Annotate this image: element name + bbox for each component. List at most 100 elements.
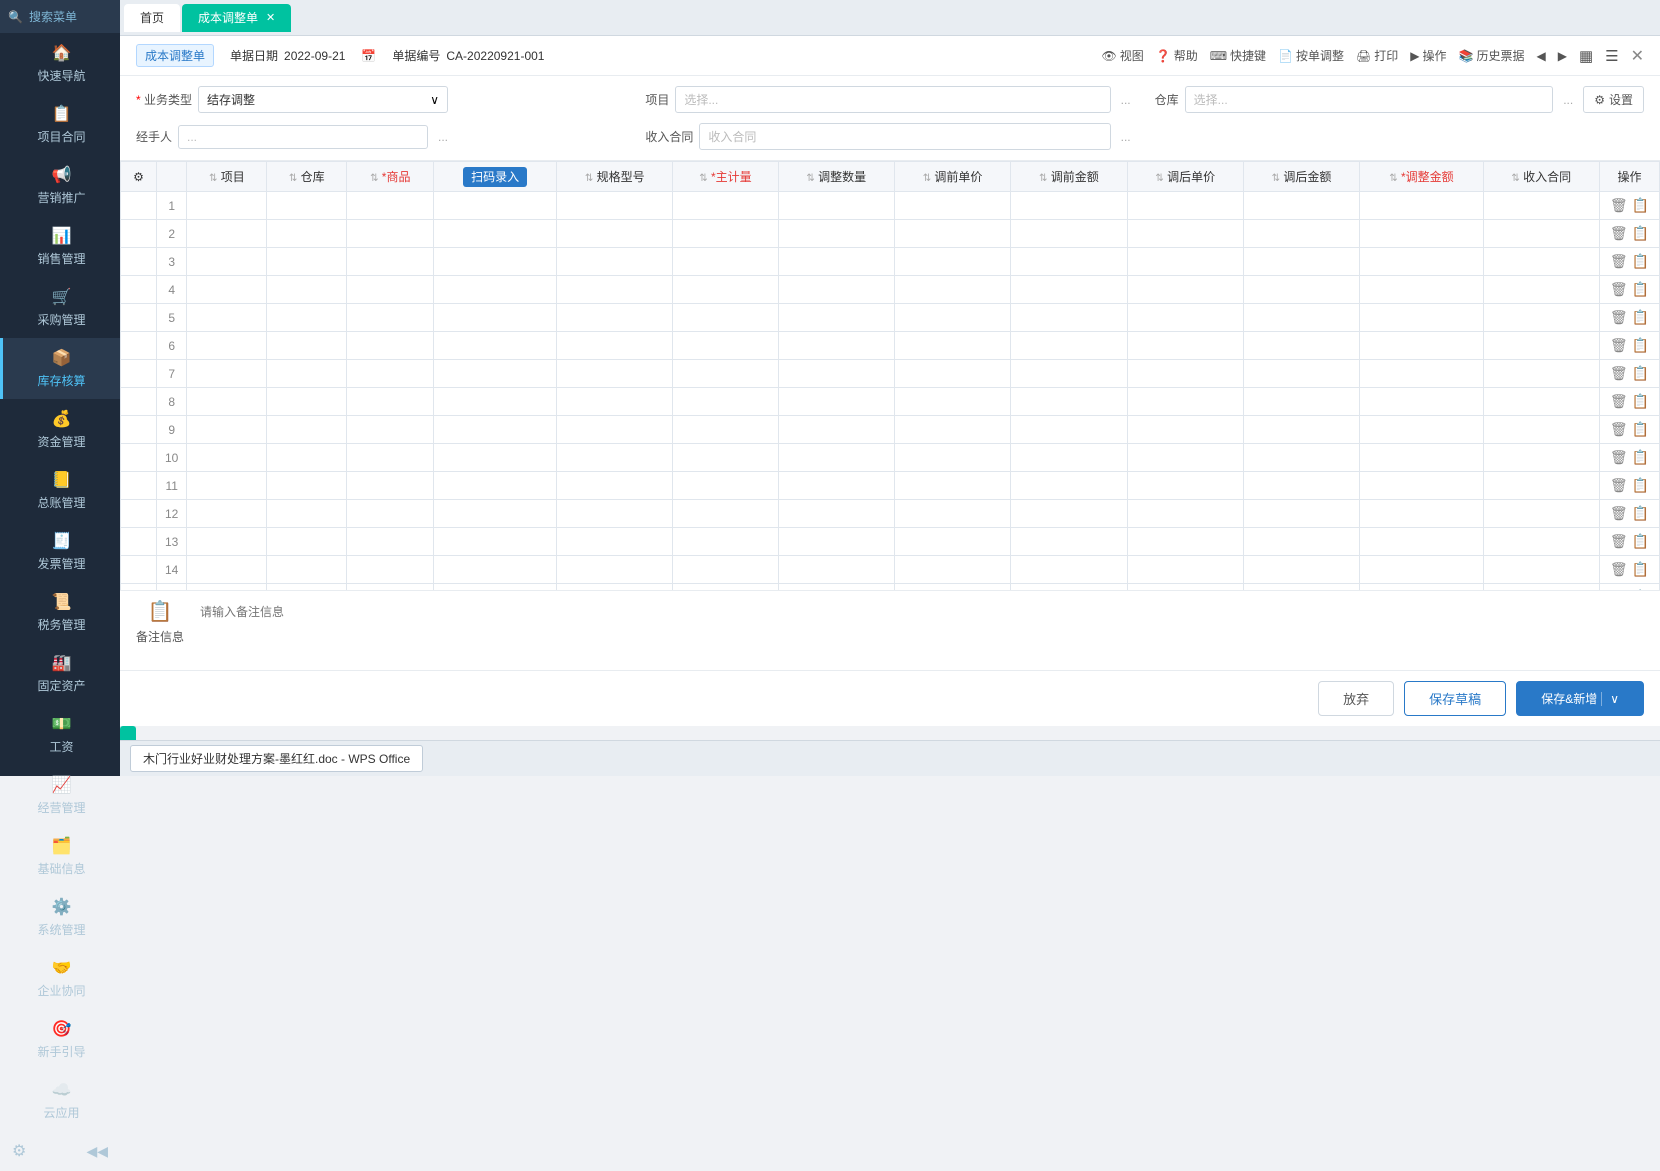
row-unit[interactable] [673, 276, 778, 304]
row-product[interactable] [347, 528, 434, 556]
row-warehouse[interactable] [267, 444, 347, 472]
row-product[interactable] [347, 444, 434, 472]
row-adj-amount[interactable] [1360, 192, 1483, 220]
sidebar-item-fund-mgmt[interactable]: 💰 资金管理 [0, 399, 120, 460]
toolbar-history-btn[interactable]: 📚 历史票据 [1459, 47, 1525, 64]
row-income-contract[interactable] [1483, 388, 1599, 416]
toolbar-shortcut-btn[interactable]: ⌨ 快捷键 [1210, 47, 1266, 64]
row-unit[interactable] [673, 528, 778, 556]
row-spec[interactable] [557, 528, 673, 556]
row-project[interactable] [187, 192, 267, 220]
row-warehouse[interactable] [267, 388, 347, 416]
row-post-amount[interactable] [1243, 360, 1359, 388]
row-post-amount[interactable] [1243, 444, 1359, 472]
row-scan[interactable] [434, 360, 557, 388]
row-pre-amount[interactable] [1011, 388, 1127, 416]
row-adj-qty[interactable] [778, 556, 894, 584]
copy-icon[interactable]: 📋 [1632, 197, 1649, 214]
row-post-unit-price[interactable] [1127, 192, 1243, 220]
row-unit[interactable] [673, 416, 778, 444]
save-new-button[interactable]: 保存&新增 ∨ [1516, 681, 1644, 716]
remark-input[interactable] [196, 599, 1644, 649]
row-spec[interactable] [557, 248, 673, 276]
row-post-unit-price[interactable] [1127, 416, 1243, 444]
sidebar-item-biz-collab[interactable]: 🤝 企业协同 [0, 948, 120, 1009]
row-adj-qty[interactable] [778, 192, 894, 220]
row-income-contract[interactable] [1483, 556, 1599, 584]
sidebar-item-base-info[interactable]: 🗂️ 基础信息 [0, 826, 120, 887]
row-project[interactable] [187, 584, 267, 591]
delete-icon[interactable]: 🗑 [1610, 589, 1628, 590]
row-unit[interactable] [673, 220, 778, 248]
sidebar-item-sales-promo[interactable]: 📢 营销推广 [0, 155, 120, 216]
row-pre-unit-price[interactable] [894, 248, 1010, 276]
delete-icon[interactable]: 🗑 [1610, 505, 1628, 522]
sidebar-item-payroll[interactable]: 💵 工资 [0, 704, 120, 765]
delete-icon[interactable]: 🗑 [1610, 365, 1628, 382]
copy-icon[interactable]: 📋 [1632, 421, 1649, 438]
row-project[interactable] [187, 472, 267, 500]
row-income-contract[interactable] [1483, 416, 1599, 444]
row-post-amount[interactable] [1243, 276, 1359, 304]
warehouse-more-btn[interactable]: ... [1559, 93, 1577, 107]
row-warehouse[interactable] [267, 416, 347, 444]
toolbar-actions-btn[interactable]: ▶ 操作 [1410, 47, 1446, 64]
row-warehouse[interactable] [267, 360, 347, 388]
row-warehouse[interactable] [267, 472, 347, 500]
row-unit[interactable] [673, 500, 778, 528]
row-post-amount[interactable] [1243, 556, 1359, 584]
row-spec[interactable] [557, 304, 673, 332]
row-project[interactable] [187, 360, 267, 388]
copy-icon[interactable]: 📋 [1632, 225, 1649, 242]
row-post-unit-price[interactable] [1127, 360, 1243, 388]
row-unit[interactable] [673, 192, 778, 220]
row-income-contract[interactable] [1483, 304, 1599, 332]
row-pre-amount[interactable] [1011, 444, 1127, 472]
row-spec[interactable] [557, 192, 673, 220]
row-warehouse[interactable] [267, 276, 347, 304]
abandon-button[interactable]: 放弃 [1318, 681, 1394, 716]
project-more-btn[interactable]: ... [1117, 93, 1135, 107]
row-warehouse[interactable] [267, 304, 347, 332]
sidebar-item-ops-mgmt[interactable]: 📈 经营管理 [0, 765, 120, 826]
row-adj-qty[interactable] [778, 444, 894, 472]
row-pre-amount[interactable] [1011, 416, 1127, 444]
row-income-contract[interactable] [1483, 584, 1599, 591]
row-product[interactable] [347, 220, 434, 248]
row-warehouse[interactable] [267, 332, 347, 360]
row-adj-amount[interactable] [1360, 416, 1483, 444]
row-project[interactable] [187, 220, 267, 248]
row-pre-amount[interactable] [1011, 556, 1127, 584]
row-post-amount[interactable] [1243, 220, 1359, 248]
row-post-amount[interactable] [1243, 416, 1359, 444]
delete-icon[interactable]: 🗑 [1610, 477, 1628, 494]
row-unit[interactable] [673, 388, 778, 416]
row-scan[interactable] [434, 500, 557, 528]
row-spec[interactable] [557, 584, 673, 591]
row-income-contract[interactable] [1483, 332, 1599, 360]
row-scan[interactable] [434, 388, 557, 416]
row-adj-qty[interactable] [778, 584, 894, 591]
row-scan[interactable] [434, 472, 557, 500]
row-pre-unit-price[interactable] [894, 360, 1010, 388]
row-post-amount[interactable] [1243, 192, 1359, 220]
row-income-contract[interactable] [1483, 220, 1599, 248]
row-scan[interactable] [434, 416, 557, 444]
row-spec[interactable] [557, 444, 673, 472]
row-income-contract[interactable] [1483, 528, 1599, 556]
row-pre-amount[interactable] [1011, 220, 1127, 248]
delete-icon[interactable]: 🗑 [1610, 281, 1628, 298]
row-product[interactable] [347, 416, 434, 444]
row-pre-amount[interactable] [1011, 584, 1127, 591]
row-adj-qty[interactable] [778, 528, 894, 556]
row-unit[interactable] [673, 360, 778, 388]
row-scan[interactable] [434, 584, 557, 591]
row-income-contract[interactable] [1483, 360, 1599, 388]
row-adj-qty[interactable] [778, 248, 894, 276]
col-scan[interactable]: 扫码录入 [434, 162, 557, 192]
row-project[interactable] [187, 500, 267, 528]
row-post-amount[interactable] [1243, 584, 1359, 591]
warehouse-select[interactable]: 选择... [1185, 86, 1554, 113]
row-spec[interactable] [557, 220, 673, 248]
row-adj-amount[interactable] [1360, 584, 1483, 591]
